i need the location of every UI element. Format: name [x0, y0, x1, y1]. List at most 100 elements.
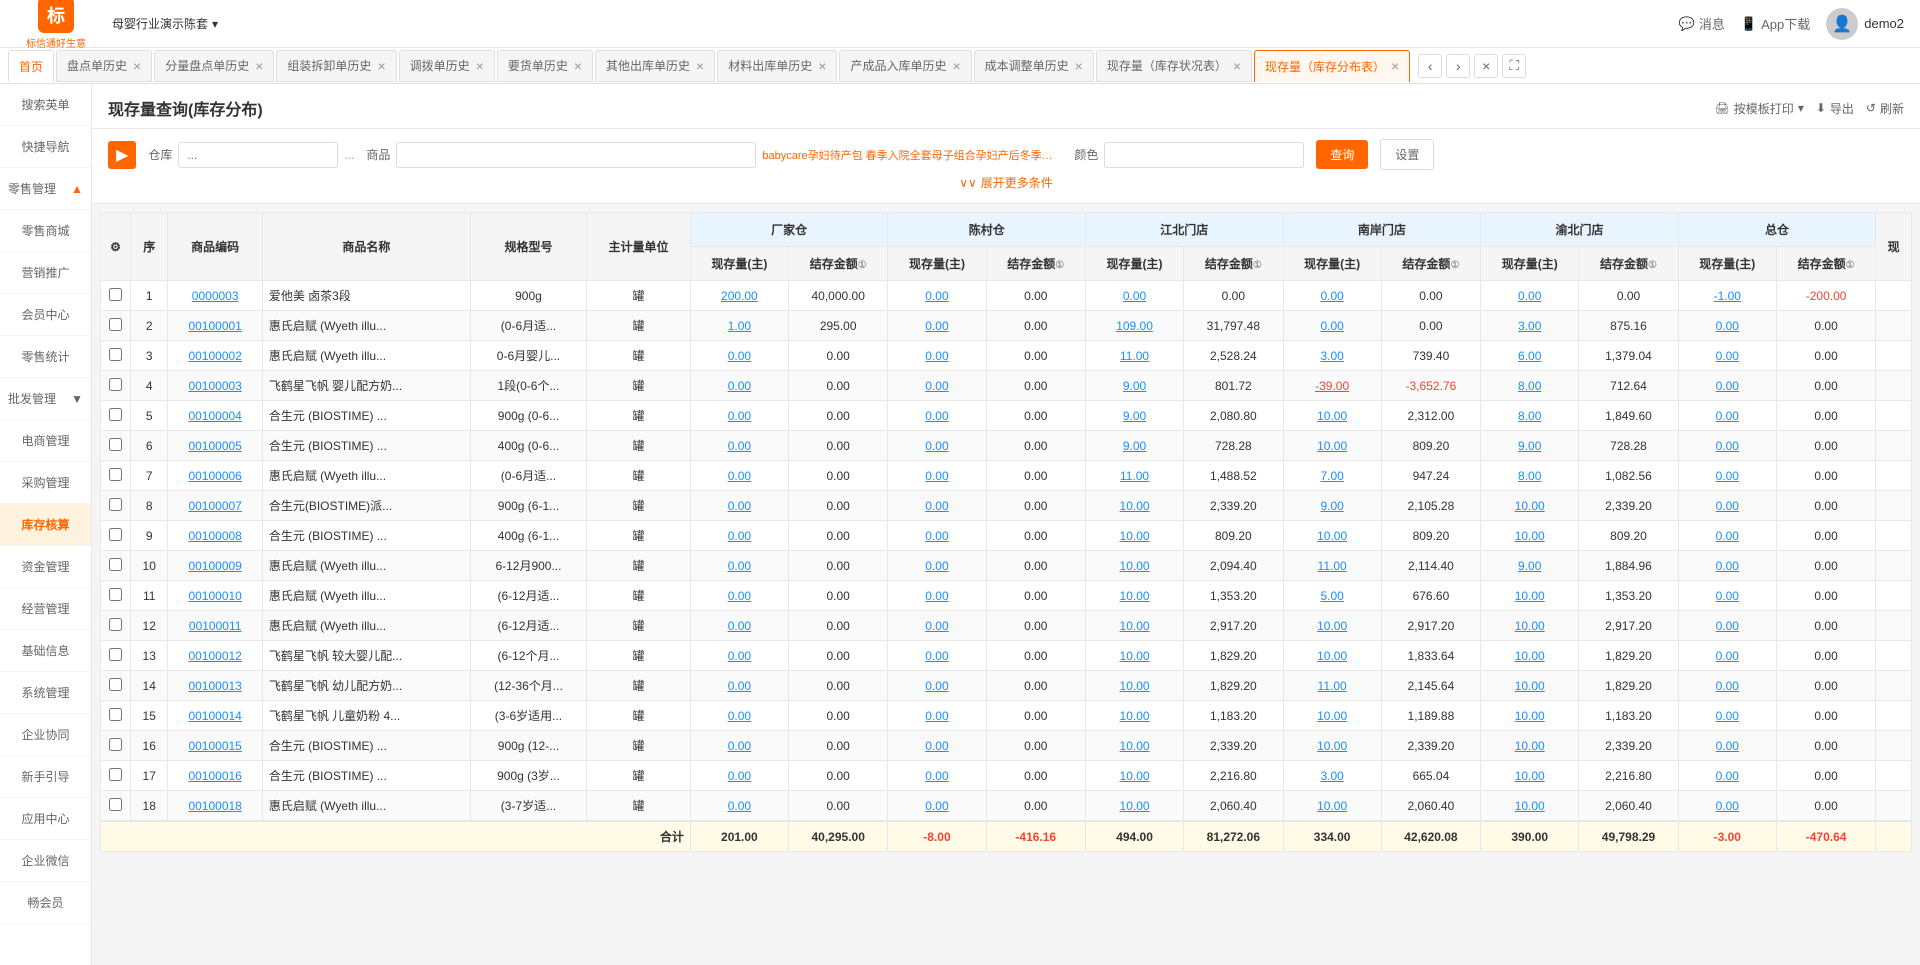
row-code[interactable]: 00100012: [168, 641, 262, 671]
sidebar-item-basic-info[interactable]: 基础信息: [0, 630, 91, 672]
row-jiangbei-qty[interactable]: 10.00: [1086, 671, 1184, 701]
row-total-qty[interactable]: 0.00: [1678, 761, 1776, 791]
row-chenshi-qty[interactable]: 0.00: [888, 431, 986, 461]
sidebar-item-purchase[interactable]: 采购管理: [0, 462, 91, 504]
yubei-amt-info-icon[interactable]: ①: [1648, 260, 1657, 271]
row-jiangbei-qty[interactable]: 109.00: [1086, 311, 1184, 341]
sidebar-item-search[interactable]: 搜索英单: [0, 84, 91, 126]
sidebar-item-quick-nav[interactable]: 快捷导航: [0, 126, 91, 168]
sidebar-item-retail-store[interactable]: 零售商城: [0, 210, 91, 252]
row-checkbox[interactable]: [101, 791, 131, 822]
sidebar-item-operations[interactable]: 经营管理: [0, 588, 91, 630]
row-code[interactable]: 00100013: [168, 671, 262, 701]
row-nangan-qty[interactable]: 10.00: [1283, 401, 1381, 431]
row-code[interactable]: 00100007: [168, 491, 262, 521]
row-total-qty[interactable]: 0.00: [1678, 641, 1776, 671]
row-nangan-qty[interactable]: 10.00: [1283, 731, 1381, 761]
row-checkbox[interactable]: [101, 311, 131, 341]
app-download-btn[interactable]: 📱 App下载: [1741, 14, 1810, 33]
row-yubei-qty[interactable]: 10.00: [1481, 761, 1579, 791]
color-input[interactable]: [1104, 142, 1304, 168]
row-factory-qty[interactable]: 0.00: [690, 791, 788, 822]
row-total-qty[interactable]: 0.00: [1678, 551, 1776, 581]
row-checkbox[interactable]: [101, 731, 131, 761]
row-jiangbei-qty[interactable]: 10.00: [1086, 701, 1184, 731]
row-yubei-qty[interactable]: 10.00: [1481, 491, 1579, 521]
sidebar-item-new-guide[interactable]: 新手引导: [0, 756, 91, 798]
row-checkbox[interactable]: [101, 551, 131, 581]
row-total-qty[interactable]: 0.00: [1678, 341, 1776, 371]
row-chenshi-qty[interactable]: 0.00: [888, 701, 986, 731]
row-code[interactable]: 0000003: [168, 281, 262, 311]
sidebar-item-enterprise-wechat[interactable]: 企业微信: [0, 840, 91, 882]
row-chenshi-qty[interactable]: 0.00: [888, 371, 986, 401]
row-code[interactable]: 00100015: [168, 731, 262, 761]
query-btn[interactable]: 查询: [1316, 140, 1368, 169]
row-yubei-qty[interactable]: 8.00: [1481, 371, 1579, 401]
row-nangan-qty[interactable]: 9.00: [1283, 491, 1381, 521]
row-chenshi-qty[interactable]: 0.00: [888, 791, 986, 822]
row-factory-qty[interactable]: 0.00: [690, 341, 788, 371]
tab-assembly-close[interactable]: ×: [377, 58, 385, 74]
sidebar-item-retail-mgmt[interactable]: 零售管理 ▲: [0, 168, 91, 210]
row-factory-qty[interactable]: 0.00: [690, 371, 788, 401]
refresh-btn[interactable]: ↺ 刷新: [1866, 100, 1904, 117]
row-code[interactable]: 00100014: [168, 701, 262, 731]
print-btn[interactable]: 🖨 按模板打印 ▾: [1715, 100, 1804, 117]
row-chenshi-qty[interactable]: 0.00: [888, 761, 986, 791]
tab-cost-adjust-close[interactable]: ×: [1075, 58, 1083, 74]
tab-cost-adjust[interactable]: 成本调整单历史 ×: [974, 50, 1094, 82]
row-chenshi-qty[interactable]: 0.00: [888, 581, 986, 611]
row-checkbox[interactable]: [101, 611, 131, 641]
settings-btn[interactable]: 设置: [1380, 139, 1434, 170]
row-total-qty[interactable]: -1.00: [1678, 281, 1776, 311]
row-yubei-qty[interactable]: 10.00: [1481, 671, 1579, 701]
tab-sub-inventory-count[interactable]: 分量盘点单历史 ×: [154, 50, 274, 82]
row-total-qty[interactable]: 0.00: [1678, 371, 1776, 401]
row-nangan-qty[interactable]: 0.00: [1283, 281, 1381, 311]
row-checkbox[interactable]: [101, 521, 131, 551]
tab-material-out[interactable]: 材料出库单历史 ×: [717, 50, 837, 82]
row-nangan-qty[interactable]: 10.00: [1283, 701, 1381, 731]
row-yubei-qty[interactable]: 9.00: [1481, 551, 1579, 581]
row-chenshi-qty[interactable]: 0.00: [888, 281, 986, 311]
row-factory-qty[interactable]: 0.00: [690, 761, 788, 791]
row-factory-qty[interactable]: 0.00: [690, 641, 788, 671]
message-btn[interactable]: 💬 消息: [1679, 14, 1725, 33]
tab-nav-next[interactable]: ›: [1446, 54, 1470, 78]
row-jiangbei-qty[interactable]: 11.00: [1086, 461, 1184, 491]
sidebar-item-retail-stats[interactable]: 零售统计: [0, 336, 91, 378]
row-factory-qty[interactable]: 0.00: [690, 461, 788, 491]
nangan-amt-info-icon[interactable]: ①: [1450, 260, 1459, 271]
row-nangan-qty[interactable]: 10.00: [1283, 791, 1381, 822]
row-yubei-qty[interactable]: 10.00: [1481, 791, 1579, 822]
row-jiangbei-qty[interactable]: 10.00: [1086, 611, 1184, 641]
row-yubei-qty[interactable]: 8.00: [1481, 461, 1579, 491]
row-checkbox[interactable]: [101, 341, 131, 371]
row-yubei-qty[interactable]: 10.00: [1481, 641, 1579, 671]
row-chenshi-qty[interactable]: 0.00: [888, 491, 986, 521]
export-btn[interactable]: ⬇ 导出: [1816, 100, 1854, 117]
row-nangan-qty[interactable]: 10.00: [1283, 611, 1381, 641]
warehouse-input[interactable]: [178, 142, 338, 168]
row-factory-qty[interactable]: 200.00: [690, 281, 788, 311]
tab-purchase-order-close[interactable]: ×: [574, 58, 582, 74]
tab-product-in-close[interactable]: ×: [952, 58, 960, 74]
row-code[interactable]: 00100011: [168, 611, 262, 641]
jiangbei-amt-info-icon[interactable]: ①: [1253, 260, 1262, 271]
row-checkbox[interactable]: [101, 641, 131, 671]
row-jiangbei-qty[interactable]: 9.00: [1086, 371, 1184, 401]
row-code[interactable]: 00100001: [168, 311, 262, 341]
row-chenshi-qty[interactable]: 0.00: [888, 521, 986, 551]
row-jiangbei-qty[interactable]: 10.00: [1086, 521, 1184, 551]
row-jiangbei-qty[interactable]: 10.00: [1086, 761, 1184, 791]
sidebar-item-inventory[interactable]: 库存核算: [0, 504, 91, 546]
sidebar-item-vip[interactable]: 畅会员: [0, 882, 91, 924]
factory-amt-info-icon[interactable]: ①: [858, 260, 867, 271]
row-nangan-qty[interactable]: 11.00: [1283, 551, 1381, 581]
row-chenshi-qty[interactable]: 0.00: [888, 401, 986, 431]
tab-material-out-close[interactable]: ×: [818, 58, 826, 74]
row-nangan-qty[interactable]: -39.00: [1283, 371, 1381, 401]
row-code[interactable]: 00100018: [168, 791, 262, 822]
row-chenshi-qty[interactable]: 0.00: [888, 311, 986, 341]
